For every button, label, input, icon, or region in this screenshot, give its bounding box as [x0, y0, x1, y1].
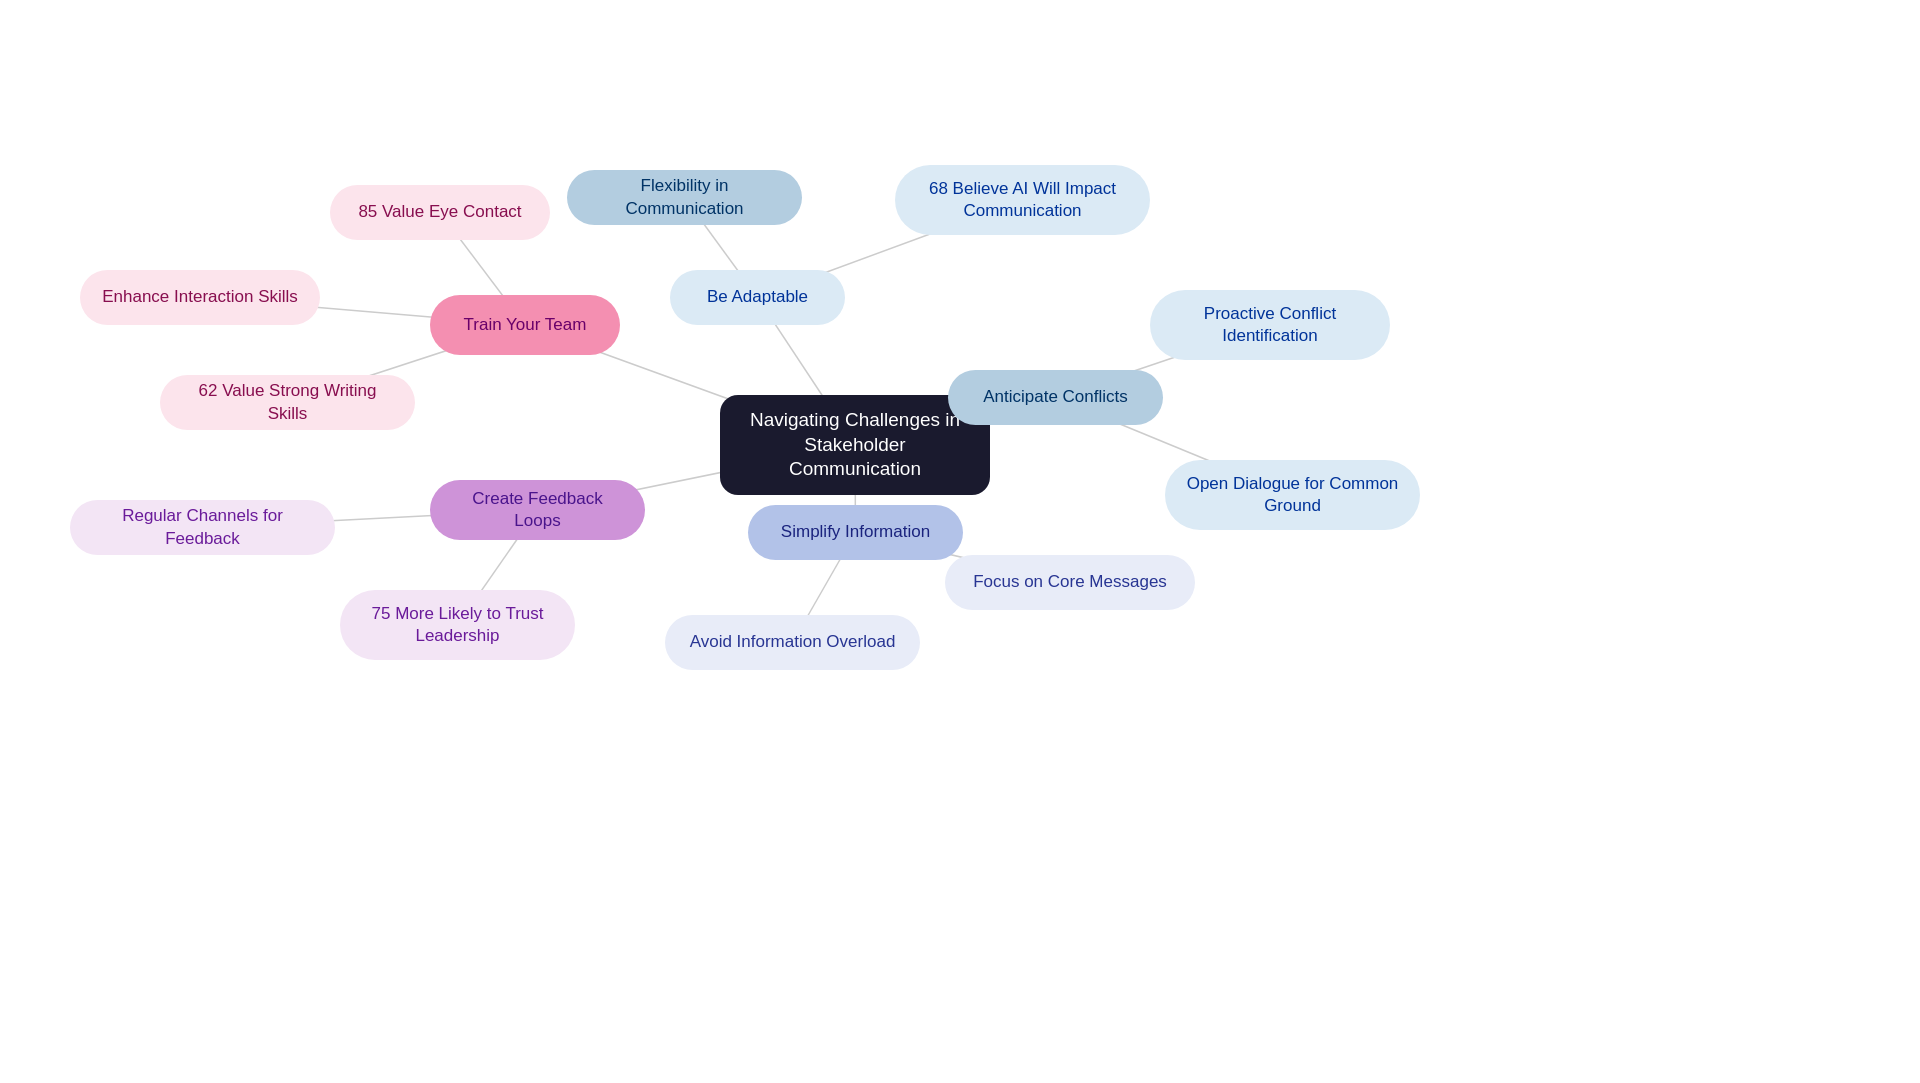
mind-map-canvas: Navigating Challenges in Stakeholder Com… — [0, 0, 1920, 1083]
node-enhance-interaction: Enhance Interaction Skills — [80, 270, 320, 325]
node-believe-ai: 68 Believe AI Will Impact Communication — [895, 165, 1150, 235]
node-simplify-info: Simplify Information — [748, 505, 963, 560]
node-be-adaptable: Be Adaptable — [670, 270, 845, 325]
node-trust-leadership: 75 More Likely to Trust Leadership — [340, 590, 575, 660]
node-open-dialogue: Open Dialogue for Common Ground — [1165, 460, 1420, 530]
node-anticipate-conflicts: Anticipate Conflicts — [948, 370, 1163, 425]
node-train-team: Train Your Team — [430, 295, 620, 355]
node-proactive-conflict: Proactive Conflict Identification — [1150, 290, 1390, 360]
node-focus-core: Focus on Core Messages — [945, 555, 1195, 610]
node-avoid-overload: Avoid Information Overload — [665, 615, 920, 670]
node-create-feedback: Create Feedback Loops — [430, 480, 645, 540]
node-flexibility: Flexibility in Communication — [567, 170, 802, 225]
node-strong-writing: 62 Value Strong Writing Skills — [160, 375, 415, 430]
node-regular-channels: Regular Channels for Feedback — [70, 500, 335, 555]
center-node: Navigating Challenges in Stakeholder Com… — [720, 395, 990, 495]
node-value-eye-contact: 85 Value Eye Contact — [330, 185, 550, 240]
